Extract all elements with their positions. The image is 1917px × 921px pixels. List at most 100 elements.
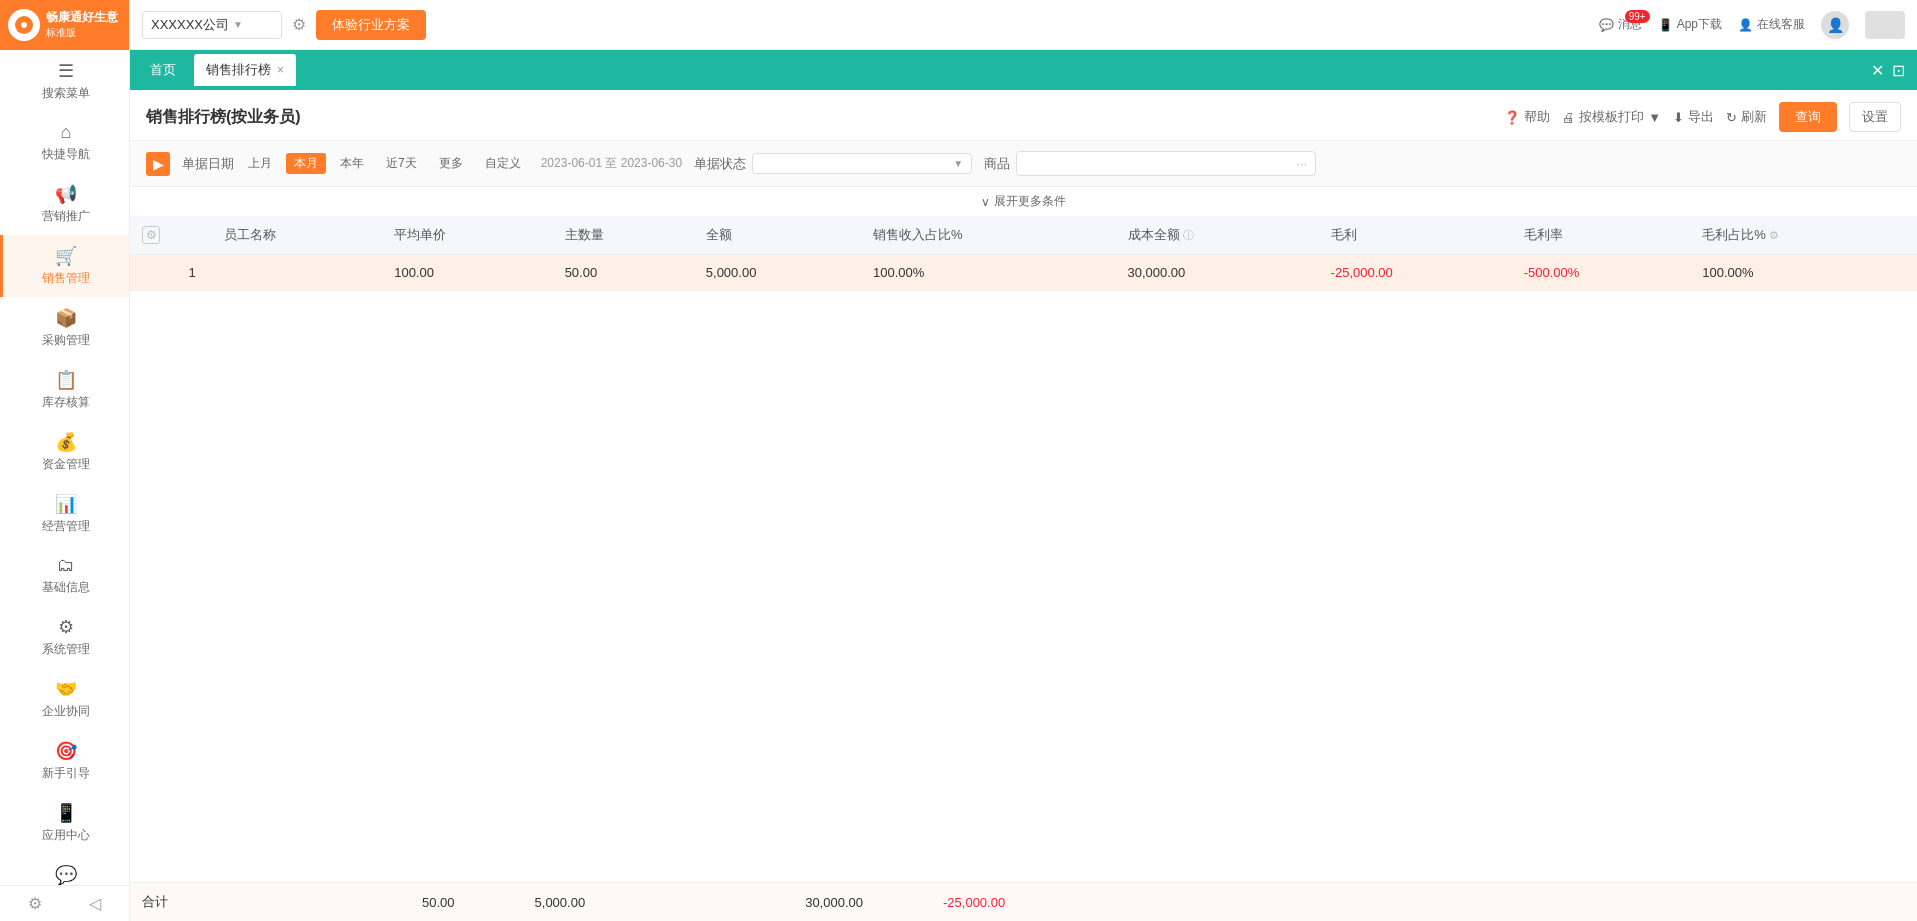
trial-button[interactable]: 体验行业方案 bbox=[316, 10, 426, 40]
th-settings[interactable]: ⚙ bbox=[130, 216, 172, 255]
sidebar-item-system[interactable]: ⚙ 系统管理 bbox=[0, 606, 129, 668]
sidebar-item-label: 基础信息 bbox=[42, 579, 90, 596]
row-settings-cell bbox=[130, 255, 172, 291]
app-download-btn[interactable]: 📱 App下载 bbox=[1658, 16, 1722, 33]
export-label: 导出 bbox=[1688, 108, 1714, 126]
print-arrow-icon: ▼ bbox=[1648, 110, 1661, 125]
sidebar-item-label: 资金管理 bbox=[42, 456, 90, 473]
tab-sales-ranking[interactable]: 销售排行榜 × bbox=[194, 54, 296, 86]
export-button[interactable]: ⬇ 导出 bbox=[1673, 108, 1714, 126]
filter-toggle-btn[interactable]: ▶ bbox=[146, 152, 170, 176]
sidebar-item-inventory[interactable]: 📋 库存核算 bbox=[0, 359, 129, 421]
sidebar-item-label: 采购管理 bbox=[42, 332, 90, 349]
finance-icon: 💰 bbox=[55, 431, 77, 453]
system-icon: ⚙ bbox=[58, 616, 74, 638]
close-tab-icon[interactable]: × bbox=[277, 63, 284, 77]
sidebar-item-search[interactable]: ☰ 搜索菜单 bbox=[0, 50, 129, 112]
sidebar-nav: ☰ 搜索菜单 ⌂ 快捷导航 📢 营销推广 🛒 销售管理 📦 采购管理 📋 库存核… bbox=[0, 50, 129, 885]
date-option-last-month[interactable]: 上月 bbox=[240, 153, 280, 174]
sidebar-item-label: 经营管理 bbox=[42, 518, 90, 535]
sidebar-item-basic[interactable]: 🗂 基础信息 bbox=[0, 545, 129, 606]
marketing-icon: 📢 bbox=[55, 183, 77, 205]
date-option-7days[interactable]: 近7天 bbox=[378, 153, 425, 174]
row-cost: 30,000.00 bbox=[1116, 255, 1319, 291]
sidebar-item-label: 库存核算 bbox=[42, 394, 90, 411]
query-button[interactable]: 查询 bbox=[1779, 102, 1837, 132]
user-name-area[interactable] bbox=[1865, 11, 1905, 39]
sidebar-item-purchase[interactable]: 📦 采购管理 bbox=[0, 297, 129, 359]
th-gross: 毛利 bbox=[1319, 216, 1512, 255]
status-filter-label: 单据状态 bbox=[694, 155, 746, 173]
refresh-icon: ↻ bbox=[1726, 110, 1737, 125]
sidebar-item-label: 企业协同 bbox=[42, 703, 90, 720]
operation-icon: 📊 bbox=[55, 493, 77, 515]
online-service-btn[interactable]: 👤 在线客服 bbox=[1738, 16, 1805, 33]
message-icon: 💬 bbox=[1599, 18, 1614, 32]
sidebar-item-finance[interactable]: 💰 资金管理 bbox=[0, 421, 129, 483]
company-selector[interactable]: XXXXXX公司 ▼ bbox=[142, 11, 282, 39]
sidebar-item-app-center[interactable]: 📱 应用中心 bbox=[0, 792, 129, 854]
expand-conditions-btn[interactable]: ∨ 展开更多条件 bbox=[130, 187, 1917, 216]
sidebar-item-label: 营销推广 bbox=[42, 208, 90, 225]
date-option-custom[interactable]: 自定义 bbox=[477, 153, 529, 174]
avatar-icon: 👤 bbox=[1827, 17, 1844, 33]
sidebar-footer: ⚙ ◁ bbox=[0, 885, 129, 921]
row-employee bbox=[212, 255, 382, 291]
company-name: XXXXXX公司 bbox=[151, 16, 229, 34]
row-gross-rate: -500.00% bbox=[1512, 255, 1691, 291]
basic-icon: 🗂 bbox=[57, 555, 75, 576]
sidebar-item-guide[interactable]: 🎯 新手引导 bbox=[0, 730, 129, 792]
close-window-icon[interactable]: ✕ bbox=[1871, 61, 1884, 80]
topbar: XXXXXX公司 ▼ ⚙ 体验行业方案 💬 消息 99+ 📱 App下载 👤 在… bbox=[130, 0, 1917, 50]
user-avatar[interactable]: 👤 bbox=[1821, 11, 1849, 39]
footer-label: 合计 bbox=[142, 893, 222, 911]
main-content: XXXXXX公司 ▼ ⚙ 体验行业方案 💬 消息 99+ 📱 App下载 👤 在… bbox=[130, 0, 1917, 921]
th-employee: 员工名称 bbox=[212, 216, 382, 255]
sidebar-settings-btn[interactable]: ⚙ bbox=[28, 894, 42, 913]
sidebar-item-sales[interactable]: 🛒 销售管理 bbox=[0, 235, 129, 297]
settings-button[interactable]: 设置 bbox=[1849, 102, 1901, 132]
sidebar-item-enterprise-collab[interactable]: 🤝 企业协同 bbox=[0, 668, 129, 730]
sidebar-item-label: 销售管理 bbox=[42, 270, 90, 287]
sidebar-logo: 畅康通好生意 标准版 bbox=[0, 0, 129, 50]
messages-btn[interactable]: 💬 消息 99+ bbox=[1599, 16, 1642, 33]
template-print-label: 按模板打印 bbox=[1579, 108, 1644, 126]
status-select[interactable]: ▼ bbox=[752, 153, 972, 174]
topbar-settings-icon[interactable]: ⚙ bbox=[292, 15, 306, 34]
app-download-label: App下载 bbox=[1677, 16, 1722, 33]
tab-home[interactable]: 首页 bbox=[134, 50, 192, 90]
guide-icon: 🎯 bbox=[55, 740, 77, 762]
sales-icon: 🛒 bbox=[55, 245, 77, 267]
sidebar-item-enterprise-wechat[interactable]: 💬 企业微信 bbox=[0, 854, 129, 885]
help-button[interactable]: ❓ 帮助 bbox=[1504, 108, 1550, 126]
template-print-button[interactable]: 🖨 按模板打印 ▼ bbox=[1562, 108, 1661, 126]
column-settings-icon[interactable]: ⚙ bbox=[142, 226, 160, 244]
sidebar-item-marketing[interactable]: 📢 营销推广 bbox=[0, 173, 129, 235]
date-option-this-year[interactable]: 本年 bbox=[332, 153, 372, 174]
sidebar-item-operation[interactable]: 📊 经营管理 bbox=[0, 483, 129, 545]
maximize-icon[interactable]: ⊡ bbox=[1892, 61, 1905, 80]
status-filter-group: 单据状态 ▼ bbox=[694, 153, 972, 174]
date-filter-label: 单据日期 bbox=[182, 155, 234, 173]
date-option-this-month[interactable]: 本月 bbox=[286, 153, 326, 174]
th-amount: 全额 bbox=[694, 216, 861, 255]
home-icon: ⌂ bbox=[61, 122, 72, 143]
sidebar-item-label: 快捷导航 bbox=[42, 146, 90, 163]
goods-filter-group: 商品 ··· bbox=[984, 151, 1316, 176]
purchase-icon: 📦 bbox=[55, 307, 77, 329]
expand-label: 展开更多条件 bbox=[994, 193, 1066, 210]
sidebar-collapse-btn[interactable]: ◁ bbox=[89, 894, 101, 913]
logo-sub: 标准版 bbox=[46, 26, 118, 40]
tab-label: 销售排行榜 bbox=[206, 61, 271, 79]
help-icon: ❓ bbox=[1504, 110, 1520, 125]
goods-input[interactable]: ··· bbox=[1016, 151, 1316, 176]
ranking-table: ⚙ 员工名称 平均单价 主数量 全额 销售收入占比% 成本全额 ⓘ 毛利 bbox=[130, 216, 1917, 291]
th-gross-rate: 毛利率 bbox=[1512, 216, 1691, 255]
sidebar-item-label: 搜索菜单 bbox=[42, 85, 90, 102]
data-table-wrapper: ⚙ 员工名称 平均单价 主数量 全额 销售收入占比% 成本全额 ⓘ 毛利 bbox=[130, 216, 1917, 882]
page-actions: ❓ 帮助 🖨 按模板打印 ▼ ⬇ 导出 ↻ 刷新 bbox=[1504, 102, 1901, 132]
row-gross-pct: 100.00% bbox=[1690, 255, 1917, 291]
date-option-more[interactable]: 更多 bbox=[431, 153, 471, 174]
sidebar-item-quick-nav[interactable]: ⌂ 快捷导航 bbox=[0, 112, 129, 173]
refresh-button[interactable]: ↻ 刷新 bbox=[1726, 108, 1767, 126]
